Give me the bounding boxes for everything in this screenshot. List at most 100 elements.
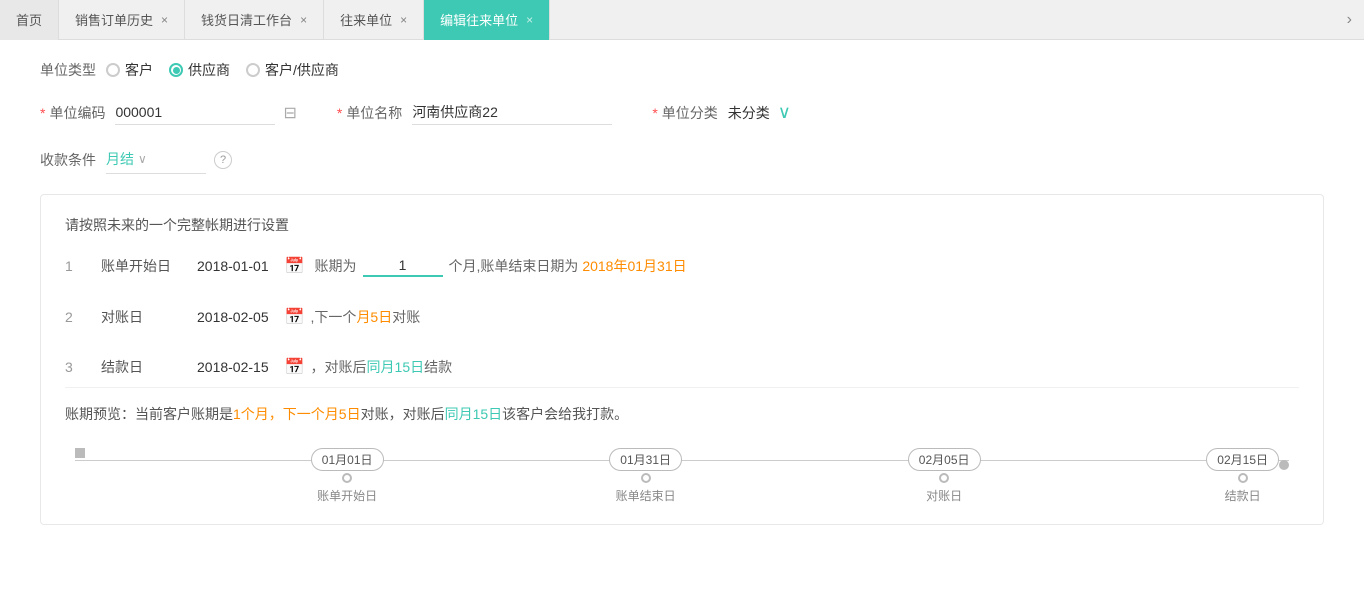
timeline-dot-end — [1279, 460, 1289, 470]
timeline-sublabel-3: 对账日 — [926, 487, 962, 504]
panel-title: 请按照未来的一个完整帐期进行设置 — [65, 215, 1299, 235]
radio-supplier[interactable]: 供应商 — [169, 60, 230, 80]
payment-group: 收款条件 月结 ∨ ? — [40, 145, 232, 174]
unit-name-group: * 单位名称 — [337, 100, 612, 125]
close-icon[interactable]: × — [400, 13, 407, 27]
step-desc-suffix-3: 结款 — [424, 359, 452, 375]
timeline-line — [75, 460, 1289, 461]
unit-type-radio-group: 客户 供应商 客户/供应商 — [106, 60, 339, 80]
calendar-icon-2[interactable]: 📅 — [285, 307, 305, 327]
unit-classify-select[interactable]: 未分类 ∨ — [728, 102, 791, 123]
main-content: 单位类型 客户 供应商 客户/供应商 * 单位编码 — [0, 40, 1364, 608]
step-date-2: 2018-02-05 — [197, 309, 269, 325]
step-row-3: 3 结款日 2018-02-15 📅 ，对账后同月15日结款 — [65, 357, 1299, 377]
unit-classify-group: * 单位分类 未分类 ∨ — [652, 102, 791, 123]
radio-customer[interactable]: 客户 — [106, 60, 153, 80]
unit-name-input[interactable] — [412, 100, 612, 125]
unit-info-row: * 单位编码 ⊟ * 单位名称 * 单位分类 未分类 ∨ — [40, 100, 1324, 125]
tab-home[interactable]: 首页 — [0, 0, 59, 40]
preview-part4: 同月15日 — [445, 406, 503, 422]
step-row-2: 2 对账日 2018-02-05 📅 ,下一个月5日对账 — [65, 307, 1299, 327]
timeline-dot-2 — [641, 473, 651, 483]
unit-classify-label: 单位分类 — [662, 103, 718, 123]
step-desc-prefix-3: ，对账后 — [311, 359, 367, 375]
step-suffix-1: 个月,账单结束日期为 2018年01月31日 — [449, 256, 687, 276]
chevron-down-icon: ∨ — [138, 152, 147, 166]
close-icon[interactable]: × — [526, 13, 533, 27]
timeline-sublabel-4: 结款日 — [1225, 487, 1261, 504]
step-desc-prefix-2: ,下一个 — [311, 309, 357, 325]
unit-code-input[interactable] — [115, 100, 275, 125]
unit-classify-value: 未分类 — [728, 103, 770, 123]
tab-home-label: 首页 — [16, 10, 42, 29]
tab-bar: 首页 销售订单历史 × 钱货日清工作台 × 往来单位 × 编辑往来单位 × › — [0, 0, 1364, 40]
tab-more-button[interactable]: › — [1335, 11, 1364, 29]
timeline-point-5: 02月15日 结款日 — [1206, 448, 1279, 504]
tab-partners-label: 往来单位 — [340, 10, 392, 29]
step-label-2: 对账日 — [101, 307, 181, 327]
timeline-badge-3: 02月05日 — [908, 448, 981, 471]
timeline-point-3: 01月31日 账单结束日 — [609, 448, 682, 504]
close-icon[interactable]: × — [300, 13, 307, 27]
preview-label: 账期预览：当前客户账期是 — [65, 406, 233, 422]
step-suffix-text-1: 个月,账单结束日期为 — [449, 258, 579, 274]
step-num-1: 1 — [65, 258, 85, 274]
radio-supplier-circle — [169, 63, 183, 77]
payment-value: 月结 — [106, 149, 134, 169]
tab-edit-partner[interactable]: 编辑往来单位 × — [424, 0, 550, 40]
tab-sales-history[interactable]: 销售订单历史 × — [59, 0, 185, 40]
preview-part3: 对账，对账后 — [361, 406, 445, 422]
help-icon[interactable]: ? — [214, 151, 232, 169]
timeline-end-dot — [1279, 448, 1289, 470]
unit-classify-star: * — [652, 105, 657, 121]
tab-edit-partner-label: 编辑往来单位 — [440, 10, 518, 29]
preview-part2: 下一个月5日 — [283, 406, 361, 422]
unit-name-label: 单位名称 — [346, 103, 402, 123]
timeline-badge-2: 01月31日 — [609, 448, 682, 471]
unit-code-label: 单位编码 — [49, 103, 105, 123]
preview-section: 账期预览：当前客户账期是1个月，下一个月5日对账，对账后同月15日该客户会给我打… — [65, 387, 1299, 504]
tab-partners[interactable]: 往来单位 × — [324, 0, 424, 40]
step-desc-2: ,下一个月5日对账 — [311, 307, 421, 327]
step-row-1: 1 账单开始日 2018-01-01 📅 账期为 个月,账单结束日期为 2018… — [65, 255, 1299, 277]
step-desc-highlight-2: 月5日 — [356, 309, 392, 325]
period-input[interactable] — [363, 255, 443, 277]
radio-both[interactable]: 客户/供应商 — [246, 60, 339, 80]
preview-part1: 1个月， — [233, 406, 283, 422]
radio-customer-circle — [106, 63, 120, 77]
settings-panel: 请按照未来的一个完整帐期进行设置 1 账单开始日 2018-01-01 📅 账期… — [40, 194, 1324, 525]
calendar-icon-3[interactable]: 📅 — [285, 357, 305, 377]
payment-row: 收款条件 月结 ∨ ? — [40, 145, 1324, 174]
timeline: 01月01日 账单开始日 01月31日 账单结束日 02月05日 对账日 — [65, 448, 1299, 504]
timeline-sublabel-1: 账单开始日 — [317, 487, 377, 504]
step-date-1: 2018-01-01 — [197, 258, 269, 274]
step-num-3: 3 — [65, 359, 85, 375]
calendar-icon-1[interactable]: 📅 — [285, 256, 305, 276]
step-desc-3: ，对账后同月15日结款 — [311, 357, 453, 377]
step-desc-highlight-3: 同月15日 — [367, 359, 425, 375]
timeline-dot-start — [75, 448, 85, 458]
radio-customer-label: 客户 — [125, 60, 153, 80]
unit-name-star: * — [337, 105, 342, 121]
unit-code-group: * 单位编码 ⊟ — [40, 100, 297, 125]
chevron-down-icon: ∨ — [778, 102, 791, 123]
tab-cash-work[interactable]: 钱货日清工作台 × — [185, 0, 324, 40]
step-date-3: 2018-02-15 — [197, 359, 269, 375]
payment-select[interactable]: 月结 ∨ — [106, 145, 206, 174]
unit-type-group: 单位类型 客户 供应商 客户/供应商 — [40, 60, 339, 80]
timeline-badge-4: 02月15日 — [1206, 448, 1279, 471]
timeline-point-1 — [75, 448, 85, 458]
unit-type-label: 单位类型 — [40, 60, 96, 80]
timeline-dot-3 — [939, 473, 949, 483]
timeline-point-2: 01月01日 账单开始日 — [311, 448, 384, 504]
timeline-sublabel-2: 账单结束日 — [616, 487, 676, 504]
radio-both-label: 客户/供应商 — [265, 60, 339, 80]
copy-icon[interactable]: ⊟ — [283, 103, 296, 123]
step-num-2: 2 — [65, 309, 85, 325]
tab-sales-history-label: 销售订单历史 — [75, 10, 153, 29]
payment-label: 收款条件 — [40, 150, 96, 170]
step-label-3: 结款日 — [101, 357, 181, 377]
close-icon[interactable]: × — [161, 13, 168, 27]
step-label-1: 账单开始日 — [101, 256, 181, 276]
tab-cash-work-label: 钱货日清工作台 — [201, 10, 292, 29]
